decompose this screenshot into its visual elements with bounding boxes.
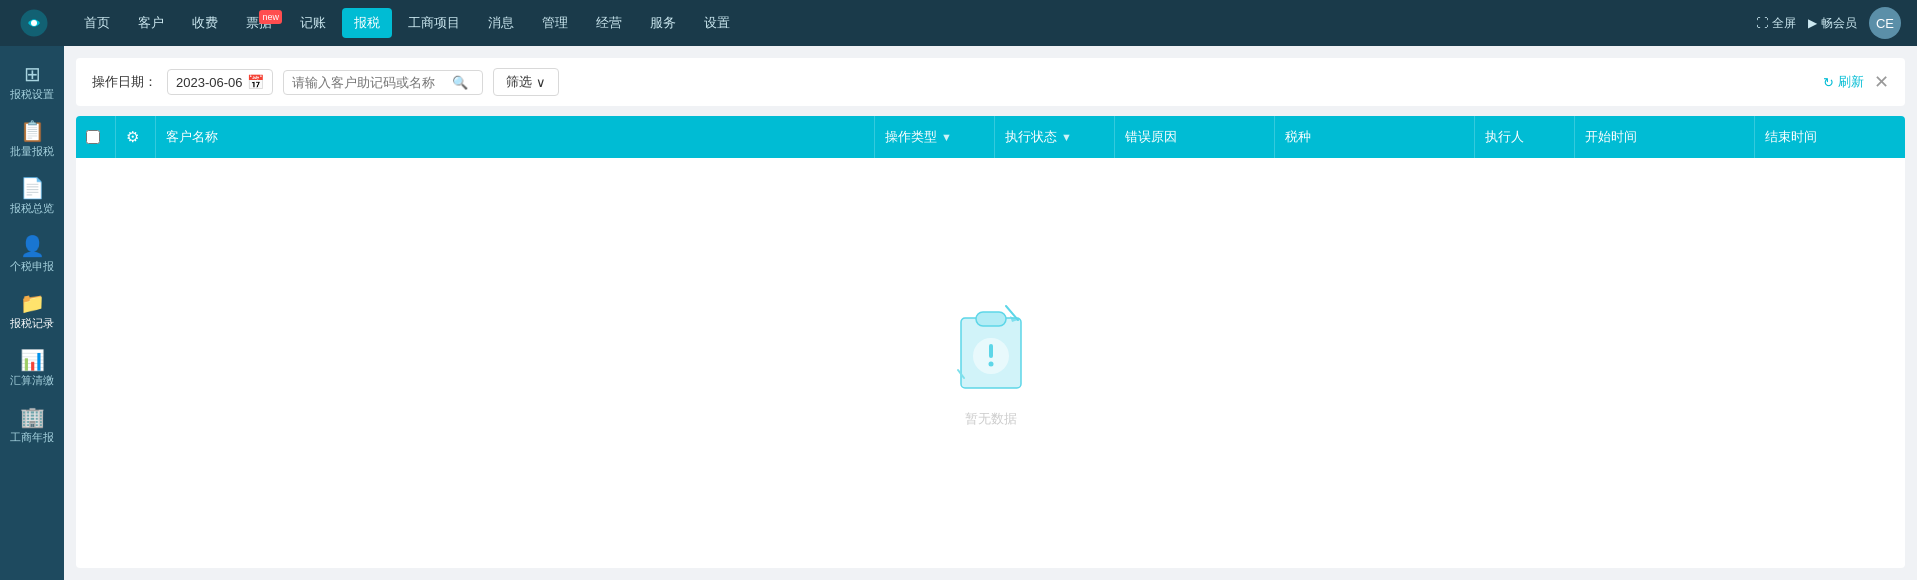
sidebar-item-3[interactable]: 👤 个税申报 (0, 226, 64, 283)
svg-rect-4 (976, 312, 1006, 326)
sidebar-label-3: 个税申报 (10, 260, 54, 273)
top-navigation: 首页客户收费票据new记账报税工商项目消息管理经营服务设置 ⛶ 全屏 ▶ 畅会员… (0, 0, 1917, 46)
search-icon[interactable]: 🔍 (452, 75, 468, 90)
table-header: ⚙ 客户名称 操作类型 ▼ 执行状态 ▼ 错误原因 税种 (76, 116, 1905, 158)
nav-item-6[interactable]: 工商项目 (396, 8, 472, 38)
sidebar-item-2[interactable]: 📄 报税总览 (0, 168, 64, 225)
search-box: 🔍 (283, 70, 483, 95)
top-nav-right: ⛶ 全屏 ▶ 畅会员 CE (1756, 7, 1901, 39)
th-end-time: 结束时间 (1755, 116, 1905, 158)
th-tax-type-label: 税种 (1285, 128, 1311, 146)
sidebar-icon-6: 🏢 (20, 407, 45, 427)
refresh-label: 刷新 (1838, 73, 1864, 91)
content-area: 操作日期： 2023-06-06 📅 🔍 筛选 ∨ ↻ 刷新 ✕ (64, 46, 1917, 580)
svg-point-1 (31, 20, 37, 26)
th-tax-type: 税种 (1275, 116, 1475, 158)
new-badge: new (259, 10, 282, 24)
refresh-button[interactable]: ↻ 刷新 (1823, 73, 1864, 91)
member-button[interactable]: ▶ 畅会员 (1808, 15, 1857, 32)
date-label: 操作日期： (92, 73, 157, 91)
date-picker[interactable]: 2023-06-06 📅 (167, 69, 273, 95)
sidebar-label-2: 报税总览 (10, 202, 54, 215)
chevron-down-icon: ∨ (536, 75, 546, 90)
svg-point-7 (988, 362, 993, 367)
filter-bar: 操作日期： 2023-06-06 📅 🔍 筛选 ∨ ↻ 刷新 ✕ (76, 58, 1905, 106)
nav-item-11[interactable]: 设置 (692, 8, 742, 38)
th-executor-label: 执行人 (1485, 128, 1524, 146)
nav-item-7[interactable]: 消息 (476, 8, 526, 38)
sidebar-item-0[interactable]: ⊞ 报税设置 (0, 54, 64, 111)
empty-state: 暂无数据 (946, 298, 1036, 428)
sidebar-icon-0: ⊞ (24, 64, 41, 84)
nav-item-9[interactable]: 经营 (584, 8, 634, 38)
table-body: 暂无数据 (76, 158, 1905, 568)
sidebar-label-5: 汇算清缴 (10, 374, 54, 387)
th-start-time: 开始时间 (1575, 116, 1755, 158)
th-start-time-label: 开始时间 (1585, 128, 1637, 146)
nav-item-1[interactable]: 客户 (126, 8, 176, 38)
sidebar-label-0: 报税设置 (10, 88, 54, 101)
sidebar-icon-5: 📊 (20, 350, 45, 370)
filter-label: 筛选 (506, 73, 532, 91)
nav-item-0[interactable]: 首页 (72, 8, 122, 38)
sort-icon[interactable]: ▼ (941, 131, 952, 143)
sidebar-icon-4: 📁 (20, 293, 45, 313)
main-layout: ⊞ 报税设置 📋 批量报税 📄 报税总览 👤 个税申报 📁 报税记录 📊 汇算清… (0, 46, 1917, 580)
sidebar-label-6: 工商年报 (10, 431, 54, 444)
avatar[interactable]: CE (1869, 7, 1901, 39)
nav-item-2[interactable]: 收费 (180, 8, 230, 38)
sidebar-label-1: 批量报税 (10, 145, 54, 158)
date-value: 2023-06-06 (176, 75, 243, 90)
th-exec-status-label: 执行状态 (1005, 128, 1057, 146)
nav-item-8[interactable]: 管理 (530, 8, 580, 38)
th-end-time-label: 结束时间 (1765, 128, 1817, 146)
fullscreen-label: 全屏 (1772, 15, 1796, 32)
table-container: ⚙ 客户名称 操作类型 ▼ 执行状态 ▼ 错误原因 税种 (76, 116, 1905, 568)
sidebar: ⊞ 报税设置 📋 批量报税 📄 报税总览 👤 个税申报 📁 报税记录 📊 汇算清… (0, 46, 64, 580)
sidebar-item-6[interactable]: 🏢 工商年报 (0, 397, 64, 454)
sidebar-icon-2: 📄 (20, 178, 45, 198)
calendar-icon: 📅 (247, 74, 264, 90)
nav-item-5[interactable]: 报税 (342, 8, 392, 38)
svg-rect-6 (989, 344, 993, 358)
gear-icon[interactable]: ⚙ (126, 128, 139, 146)
close-button[interactable]: ✕ (1874, 73, 1889, 91)
sidebar-item-5[interactable]: 📊 汇算清缴 (0, 340, 64, 397)
empty-text: 暂无数据 (965, 410, 1017, 428)
th-client-name-label: 客户名称 (166, 128, 218, 146)
sidebar-item-4[interactable]: 📁 报税记录 (0, 283, 64, 340)
search-input[interactable] (292, 75, 452, 90)
member-icon: ▶ (1808, 16, 1817, 30)
empty-illustration (946, 298, 1036, 398)
select-all-checkbox[interactable] (86, 130, 100, 144)
th-error-reason: 错误原因 (1115, 116, 1275, 158)
fullscreen-icon: ⛶ (1756, 16, 1768, 30)
nav-items: 首页客户收费票据new记账报税工商项目消息管理经营服务设置 (72, 8, 1756, 38)
app-logo[interactable] (16, 5, 52, 41)
sidebar-icon-1: 📋 (20, 121, 45, 141)
refresh-icon: ↻ (1823, 75, 1834, 90)
th-error-reason-label: 错误原因 (1125, 128, 1177, 146)
sidebar-label-4: 报税记录 (10, 317, 54, 330)
nav-item-4[interactable]: 记账 (288, 8, 338, 38)
filter-button[interactable]: 筛选 ∨ (493, 68, 559, 96)
th-operation-type-label: 操作类型 (885, 128, 937, 146)
th-checkbox (76, 116, 116, 158)
fullscreen-button[interactable]: ⛶ 全屏 (1756, 15, 1796, 32)
th-operation-type: 操作类型 ▼ (875, 116, 995, 158)
nav-item-10[interactable]: 服务 (638, 8, 688, 38)
sidebar-icon-3: 👤 (20, 236, 45, 256)
sort-icon-2[interactable]: ▼ (1061, 131, 1072, 143)
th-executor: 执行人 (1475, 116, 1575, 158)
nav-item-3[interactable]: 票据new (234, 8, 284, 38)
th-exec-status: 执行状态 ▼ (995, 116, 1115, 158)
sidebar-item-1[interactable]: 📋 批量报税 (0, 111, 64, 168)
th-client-name: 客户名称 (156, 116, 875, 158)
th-gear: ⚙ (116, 116, 156, 158)
member-label: 畅会员 (1821, 15, 1857, 32)
avatar-text: CE (1876, 16, 1894, 31)
